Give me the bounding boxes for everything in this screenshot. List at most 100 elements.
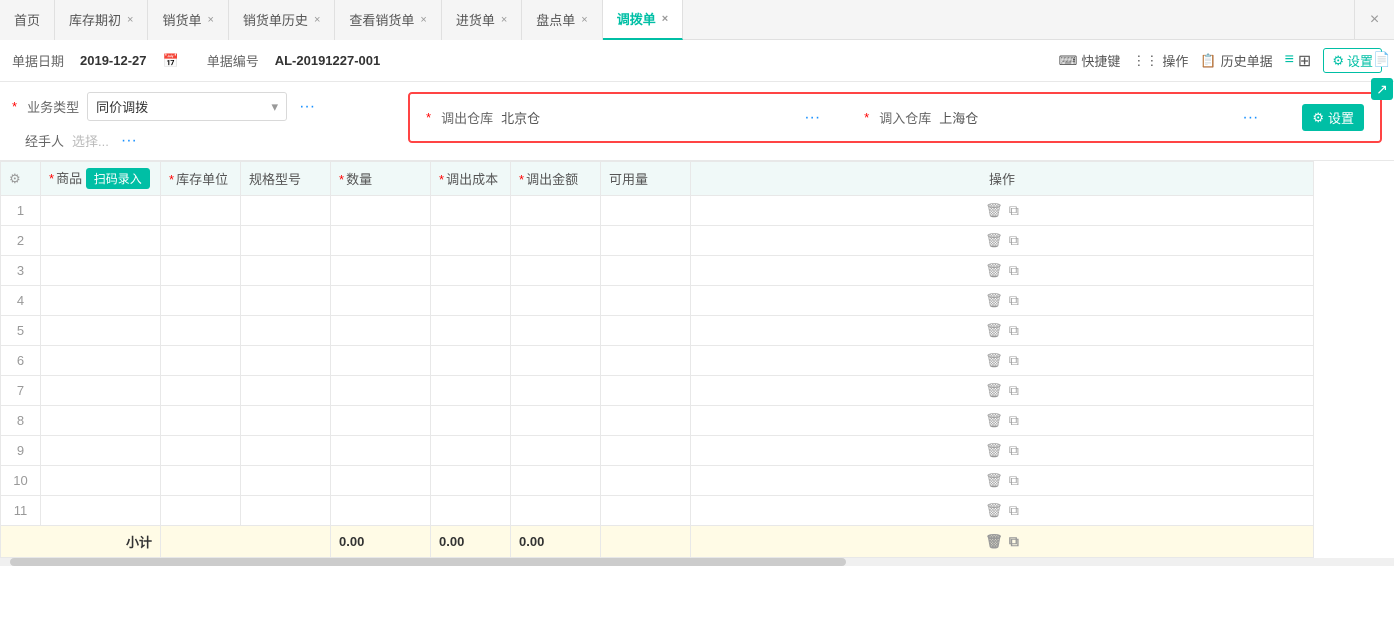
- sidebar-expand-icon[interactable]: ↗: [1371, 78, 1393, 100]
- tab-inventory-init[interactable]: 库存期初 ×: [55, 0, 148, 40]
- cell-4[interactable]: [431, 196, 511, 226]
- cell-3[interactable]: [331, 286, 431, 316]
- cell-2[interactable]: [241, 226, 331, 256]
- cell-0[interactable]: [41, 346, 161, 376]
- copy-icon[interactable]: ⧉: [1009, 442, 1019, 459]
- cell-1[interactable]: [161, 346, 241, 376]
- cell-2[interactable]: [241, 436, 331, 466]
- business-type-select[interactable]: 同价调拨 ▾: [87, 92, 287, 121]
- cell-6[interactable]: [601, 226, 691, 256]
- cell-2[interactable]: [241, 256, 331, 286]
- delete-icon[interactable]: 🗑: [985, 262, 1003, 279]
- tab-sales-order-close[interactable]: ×: [207, 14, 213, 26]
- cell-3[interactable]: [331, 466, 431, 496]
- copy-icon[interactable]: ⧉: [1009, 232, 1019, 249]
- cell-5[interactable]: [511, 256, 601, 286]
- tab-sales-order[interactable]: 销货单 ×: [148, 0, 228, 40]
- cell-0[interactable]: [41, 196, 161, 226]
- delete-icon[interactable]: 🗑: [985, 202, 1003, 219]
- cell-2[interactable]: [241, 346, 331, 376]
- calendar-icon[interactable]: 📅: [163, 53, 179, 69]
- tab-purchase-order-close[interactable]: ×: [501, 14, 507, 26]
- delete-icon[interactable]: 🗑: [985, 352, 1003, 369]
- cell-4[interactable]: [431, 316, 511, 346]
- shortcuts-button[interactable]: ⌨ 快捷键: [1059, 51, 1121, 70]
- cell-1[interactable]: [161, 316, 241, 346]
- copy-icon[interactable]: ⧉: [1009, 262, 1019, 279]
- tab-inventory-init-close[interactable]: ×: [127, 14, 133, 26]
- cell-4[interactable]: [431, 376, 511, 406]
- cell-6[interactable]: [601, 466, 691, 496]
- cell-2[interactable]: [241, 406, 331, 436]
- cell-3[interactable]: [331, 226, 431, 256]
- warehouse-settings-button[interactable]: ⚙ 设置: [1302, 104, 1364, 131]
- cell-1[interactable]: [161, 226, 241, 256]
- cell-5[interactable]: [511, 406, 601, 436]
- copy-icon[interactable]: ⧉: [1009, 472, 1019, 489]
- close-window-button[interactable]: ×: [1354, 0, 1394, 40]
- cell-6[interactable]: [601, 406, 691, 436]
- warehouse-in-more-button[interactable]: ···: [1238, 109, 1262, 127]
- tab-view-sales-close[interactable]: ×: [420, 14, 426, 26]
- tab-inventory-count-close[interactable]: ×: [581, 14, 587, 26]
- cell-2[interactable]: [241, 376, 331, 406]
- tab-sales-history-close[interactable]: ×: [314, 14, 320, 26]
- cell-6[interactable]: [601, 496, 691, 526]
- cell-6[interactable]: [601, 196, 691, 226]
- cell-3[interactable]: [331, 346, 431, 376]
- cell-4[interactable]: [431, 466, 511, 496]
- cell-6[interactable]: [601, 286, 691, 316]
- cell-5[interactable]: [511, 286, 601, 316]
- tab-view-sales[interactable]: 查看销货单 ×: [335, 0, 441, 40]
- cell-0[interactable]: [41, 286, 161, 316]
- cell-1[interactable]: [161, 436, 241, 466]
- tab-inventory-count[interactable]: 盘点单 ×: [522, 0, 602, 40]
- cell-5[interactable]: [511, 226, 601, 256]
- tab-sales-history[interactable]: 销货单历史 ×: [229, 0, 335, 40]
- delete-icon[interactable]: 🗑: [985, 442, 1003, 459]
- cell-5[interactable]: [511, 346, 601, 376]
- cell-3[interactable]: [331, 496, 431, 526]
- copy-icon[interactable]: ⧉: [1009, 412, 1019, 429]
- scan-button[interactable]: 扫码录入: [86, 168, 150, 189]
- cell-4[interactable]: [431, 406, 511, 436]
- cell-2[interactable]: [241, 286, 331, 316]
- tab-transfer-order[interactable]: 调拨单 ×: [603, 0, 683, 40]
- cell-1[interactable]: [161, 256, 241, 286]
- cell-2[interactable]: [241, 196, 331, 226]
- cell-0[interactable]: [41, 256, 161, 286]
- th-settings[interactable]: ⚙: [1, 162, 41, 196]
- table-settings-icon[interactable]: ⚙: [9, 171, 21, 186]
- cell-4[interactable]: [431, 346, 511, 376]
- cell-0[interactable]: [41, 436, 161, 466]
- business-type-more-button[interactable]: ···: [295, 98, 319, 116]
- copy-icon[interactable]: ⧉: [1009, 352, 1019, 369]
- cell-4[interactable]: [431, 226, 511, 256]
- cell-2[interactable]: [241, 496, 331, 526]
- agent-more-button[interactable]: ···: [117, 132, 141, 150]
- delete-icon[interactable]: 🗑: [985, 502, 1003, 519]
- tab-purchase-order[interactable]: 进货单 ×: [442, 0, 522, 40]
- cell-1[interactable]: [161, 196, 241, 226]
- tab-transfer-order-close[interactable]: ×: [662, 13, 668, 25]
- agent-select[interactable]: 选择...: [72, 131, 109, 150]
- cell-4[interactable]: [431, 256, 511, 286]
- cell-4[interactable]: [431, 496, 511, 526]
- cell-4[interactable]: [431, 436, 511, 466]
- copy-icon[interactable]: ⧉: [1009, 382, 1019, 399]
- copy-icon[interactable]: ⧉: [1009, 202, 1019, 219]
- cell-1[interactable]: [161, 496, 241, 526]
- cell-0[interactable]: [41, 466, 161, 496]
- cell-1[interactable]: [161, 466, 241, 496]
- delete-icon[interactable]: 🗑: [985, 292, 1003, 309]
- layout-grid-icon[interactable]: ⊞: [1298, 51, 1311, 71]
- subtotal-delete-icon[interactable]: 🗑: [985, 533, 1003, 550]
- cell-0[interactable]: [41, 496, 161, 526]
- sidebar-document-icon[interactable]: 📄: [1371, 48, 1393, 70]
- history-button[interactable]: 📋 历史单据: [1200, 51, 1272, 70]
- cell-5[interactable]: [511, 496, 601, 526]
- cell-1[interactable]: [161, 406, 241, 436]
- tab-home[interactable]: 首页: [0, 0, 55, 40]
- cell-0[interactable]: [41, 316, 161, 346]
- cell-3[interactable]: [331, 196, 431, 226]
